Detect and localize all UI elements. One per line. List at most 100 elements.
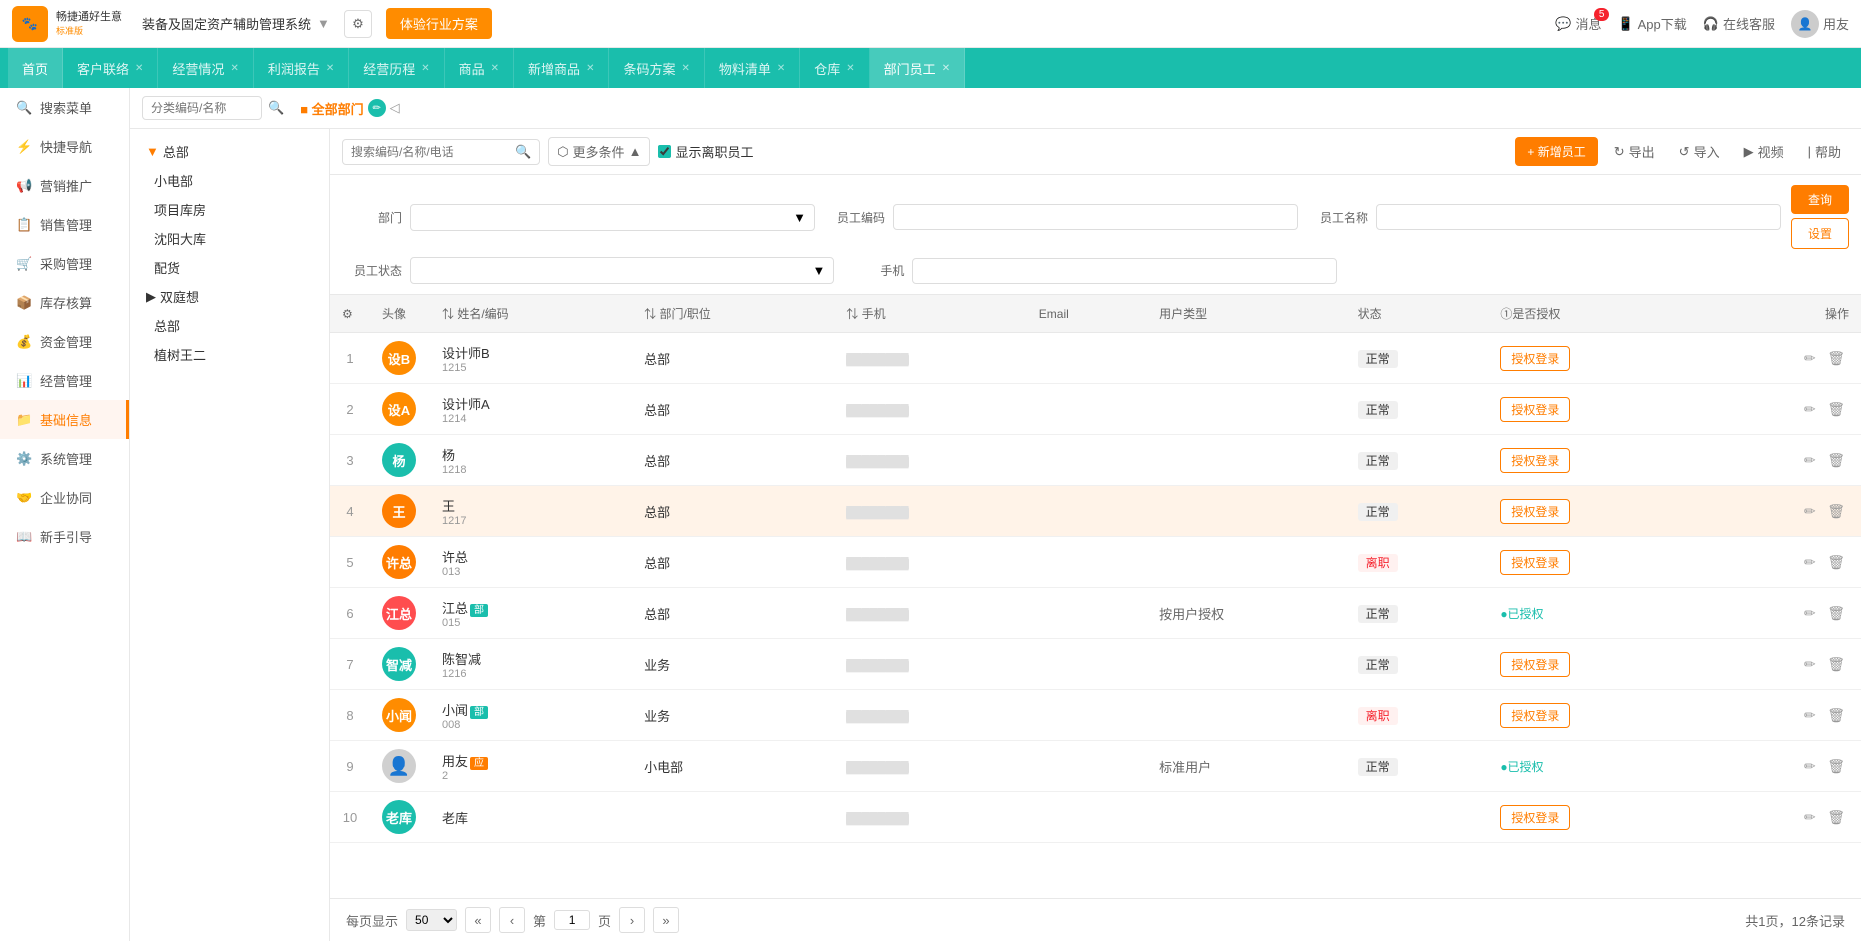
tab-operation[interactable]: 经营情况 ✕	[158, 48, 253, 88]
app-download-button[interactable]: 📱 App下载	[1617, 14, 1686, 33]
online-service-button[interactable]: 🎧 在线客服	[1703, 14, 1775, 33]
sidebar-item-collab[interactable]: 🤝 企业协同	[0, 478, 129, 517]
sidebar-item-guide[interactable]: 📖 新手引导	[0, 517, 129, 556]
sidebar-item-finance[interactable]: 💰 资金管理	[0, 322, 129, 361]
auth-login-button[interactable]: 授权登录	[1500, 397, 1570, 422]
trial-button[interactable]: 体验行业方案	[386, 8, 492, 39]
help-button[interactable]: | 帮助	[1800, 138, 1849, 165]
add-employee-button[interactable]: + 新增员工	[1515, 137, 1597, 166]
tab-history[interactable]: 经营历程 ✕	[349, 48, 444, 88]
th-phone[interactable]: ⇅ 手机	[834, 295, 1027, 333]
emp-name-input[interactable]	[1376, 204, 1781, 230]
delete-button[interactable]: 🗑	[1823, 552, 1849, 572]
delete-button[interactable]: 🗑	[1823, 705, 1849, 725]
sidebar-item-basic-info[interactable]: 📁 基础信息	[0, 400, 129, 439]
dept-item-headquarters-parent[interactable]: ▼ 总部	[130, 137, 329, 166]
tab-profit[interactable]: 利润报告 ✕	[254, 48, 349, 88]
page-number-input[interactable]	[554, 910, 590, 930]
first-page-button[interactable]: «	[465, 907, 491, 933]
dept-item-hq[interactable]: 总部	[130, 311, 329, 340]
next-page-button[interactable]: ›	[619, 907, 645, 933]
delete-button[interactable]: 🗑	[1823, 807, 1849, 827]
show-resigned-checkbox[interactable]	[658, 145, 671, 158]
dept-item-small-elec[interactable]: 小电部	[130, 166, 329, 195]
th-name-code[interactable]: ⇅ 姓名/编码	[430, 295, 632, 333]
auth-login-button[interactable]: 授权登录	[1500, 550, 1570, 575]
phone-label: 手机	[844, 262, 904, 279]
sidebar-item-search[interactable]: 🔍 搜索菜单	[0, 88, 129, 127]
tab-barcode[interactable]: 条码方案 ✕	[609, 48, 704, 88]
page-size-select[interactable]: 50 100	[406, 909, 457, 931]
search-submit-icon[interactable]: 🔍	[515, 144, 531, 160]
emp-code-input[interactable]	[893, 204, 1298, 230]
delete-button[interactable]: 🗑	[1823, 501, 1849, 521]
tab-customer[interactable]: 客户联络 ✕	[63, 48, 158, 88]
dept-item-shuanting[interactable]: ▶ 双庭想	[130, 282, 329, 311]
th-dept-position[interactable]: ⇅ 部门/职位	[632, 295, 834, 333]
delete-button[interactable]: 🗑	[1823, 654, 1849, 674]
dropdown-arrow-icon[interactable]: ▼	[317, 16, 330, 31]
export-button[interactable]: ↻ 导出	[1606, 138, 1663, 165]
auth-login-button[interactable]: 授权登录	[1500, 346, 1570, 371]
auth-login-button[interactable]: 授权登录	[1500, 703, 1570, 728]
dept-item-distribution[interactable]: 配货	[130, 253, 329, 282]
category-search-input[interactable]	[142, 96, 262, 120]
dept-item-shenyang[interactable]: 沈阳大库	[130, 224, 329, 253]
delete-button[interactable]: 🗑	[1823, 756, 1849, 776]
sidebar-item-marketing[interactable]: 📢 营销推广	[0, 166, 129, 205]
edit-button[interactable]: ✏	[1800, 756, 1820, 776]
message-button[interactable]: 💬 消息 5	[1555, 14, 1601, 33]
last-page-button[interactable]: »	[653, 907, 679, 933]
delete-button[interactable]: 🗑	[1823, 450, 1849, 470]
tab-home[interactable]: 首页	[8, 48, 63, 88]
dept-filter-select[interactable]: ▼	[410, 204, 815, 231]
edit-button[interactable]: ✏	[1800, 807, 1820, 827]
sidebar-item-purchase[interactable]: 🛒 采购管理	[0, 244, 129, 283]
tab-goods[interactable]: 商品 ✕	[445, 48, 514, 88]
category-search-icon[interactable]: 🔍	[268, 100, 284, 116]
phone-input[interactable]	[912, 258, 1336, 284]
tab-department[interactable]: 部门员工 ✕	[870, 48, 965, 88]
dept-item-plant[interactable]: 植树王二	[130, 340, 329, 369]
td-user-type	[1147, 435, 1345, 486]
auth-login-button[interactable]: 授权登录	[1500, 805, 1570, 830]
dept-item-project-store[interactable]: 项目库房	[130, 195, 329, 224]
dept-edit-icon[interactable]: ✏	[368, 99, 386, 117]
video-button[interactable]: ▶ 视频	[1736, 138, 1792, 165]
edit-button[interactable]: ✏	[1800, 654, 1820, 674]
collapse-icon[interactable]: ◁	[390, 100, 400, 116]
gear-button[interactable]: ⚙	[344, 10, 372, 38]
auth-login-button[interactable]: 授权登录	[1500, 499, 1570, 524]
sidebar-item-operation[interactable]: 📊 经营管理	[0, 361, 129, 400]
edit-button[interactable]: ✏	[1800, 552, 1820, 572]
prev-page-button[interactable]: ‹	[499, 907, 525, 933]
th-settings[interactable]: ⚙	[330, 295, 370, 333]
auth-login-button[interactable]: 授权登录	[1500, 448, 1570, 473]
sidebar-item-system[interactable]: ⚙️ 系统管理	[0, 439, 129, 478]
reset-button[interactable]: 设置	[1791, 218, 1849, 249]
employee-search-input[interactable]	[351, 145, 511, 159]
query-button[interactable]: 查询	[1791, 185, 1849, 214]
tab-bom[interactable]: 物料清单 ✕	[705, 48, 800, 88]
delete-button[interactable]: 🗑	[1823, 348, 1849, 368]
edit-button[interactable]: ✏	[1800, 399, 1820, 419]
sidebar-item-shortcuts[interactable]: ⚡ 快捷导航	[0, 127, 129, 166]
status-badge: 正常	[1358, 401, 1398, 419]
edit-button[interactable]: ✏	[1800, 501, 1820, 521]
emp-status-select[interactable]: ▼	[410, 257, 834, 284]
user-menu-button[interactable]: 👤 用友	[1791, 10, 1849, 38]
edit-button[interactable]: ✏	[1800, 450, 1820, 470]
delete-button[interactable]: 🗑	[1823, 603, 1849, 623]
show-resigned-checkbox-label[interactable]: 显示离职员工	[658, 142, 753, 161]
delete-button[interactable]: 🗑	[1823, 399, 1849, 419]
edit-button[interactable]: ✏	[1800, 348, 1820, 368]
edit-button[interactable]: ✏	[1800, 705, 1820, 725]
more-filter-button[interactable]: ⬡ 更多条件 ▲	[548, 137, 650, 166]
import-button[interactable]: ↺ 导入	[1671, 138, 1728, 165]
sidebar-item-inventory[interactable]: 📦 库存核算	[0, 283, 129, 322]
auth-login-button[interactable]: 授权登录	[1500, 652, 1570, 677]
tab-warehouse[interactable]: 仓库 ✕	[800, 48, 869, 88]
tab-new-goods[interactable]: 新增商品 ✕	[514, 48, 609, 88]
sidebar-item-sales[interactable]: 📋 销售管理	[0, 205, 129, 244]
edit-button[interactable]: ✏	[1800, 603, 1820, 623]
